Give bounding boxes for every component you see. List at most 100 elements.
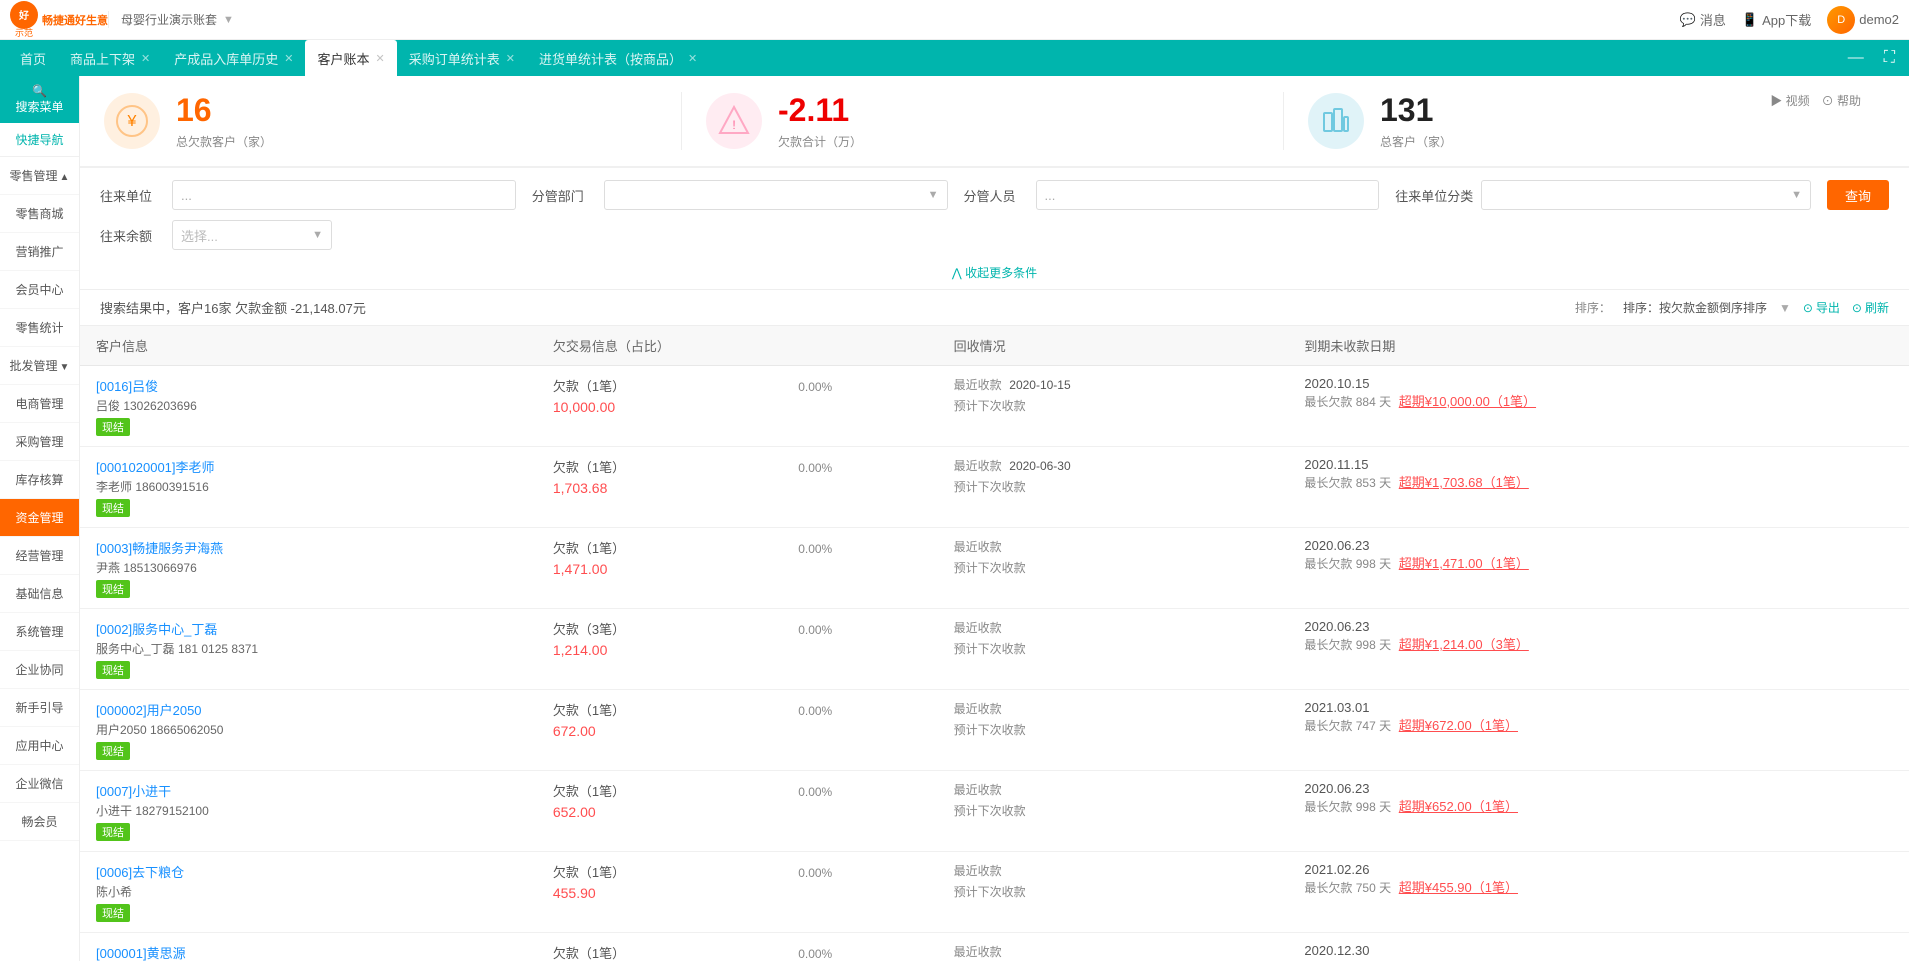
sidebar-item-marketing[interactable]: 营销推广 <box>0 233 79 271</box>
owe-percent-cell: 0.00% <box>782 447 937 528</box>
tab-close-icon[interactable]: ✕ <box>284 52 293 65</box>
content-area: ¥ 16 总欠款客户（家） ! -2.11 欠款合计（万） <box>80 76 1909 961</box>
video-btn[interactable]: ▶ 视频 <box>1770 92 1809 109</box>
tab-close-icon[interactable]: ✕ <box>506 52 515 65</box>
store-dropdown-icon: ▼ <box>223 14 234 26</box>
sidebar-item-ops[interactable]: 经营管理 <box>0 537 79 575</box>
phone-icon: 📱 <box>1742 12 1758 28</box>
customer-name[interactable]: [0002]服务中心_丁磊 <box>96 619 521 638</box>
recent-pay-label: 最近收款 <box>954 459 1002 473</box>
sidebar-item-wechat[interactable]: 企业微信 <box>0 765 79 803</box>
customer-name[interactable]: [0003]畅捷服务尹海燕 <box>96 538 521 557</box>
sidebar-item-enterprise[interactable]: 企业协同 <box>0 651 79 689</box>
sidebar-item-ecommerce[interactable]: 电商管理 <box>0 385 79 423</box>
sidebar-item-newbie[interactable]: 新手引导 <box>0 689 79 727</box>
sidebar-nav[interactable]: 快捷导航 <box>0 123 79 157</box>
due-date-cell: 2020.11.15 最长欠款 853 天 超期¥1,703.68（1笔） <box>1288 447 1909 528</box>
owe-amount: 1,471.00 <box>553 561 766 577</box>
result-actions: 排序： 排序：按欠款金额倒序排序 ▼ ⊙ 导出 ⊙ 刷新 <box>1575 299 1889 316</box>
sidebar-item-inventory[interactable]: 库存核算 <box>0 461 79 499</box>
sidebar-item-retail-stats[interactable]: 零售统计 <box>0 309 79 347</box>
avatar: D <box>1827 6 1855 34</box>
stat-icon-amount: ! <box>706 93 762 149</box>
due-date-cell: 2020.06.23 最长欠款 998 天 超期¥1,471.00（1笔） <box>1288 528 1909 609</box>
overdue-link[interactable]: 超期¥1,471.00（1笔） <box>1399 556 1529 571</box>
sidebar-item-member[interactable]: 会员中心 <box>0 271 79 309</box>
tab-product-updown[interactable]: 商品上下架 ✕ <box>58 40 162 76</box>
overdue-link[interactable]: 超期¥1,703.68（1笔） <box>1399 475 1529 490</box>
sidebar-item-finance[interactable]: 资金管理 <box>0 499 79 537</box>
owe-percent-cell: 0.00% <box>782 528 937 609</box>
tab-more-btn[interactable]: — <box>1842 47 1870 69</box>
tab-purchase-stats[interactable]: 进货单统计表（按商品） ✕ <box>527 40 709 76</box>
sidebar-item-retail-store[interactable]: 零售商城 <box>0 195 79 233</box>
manager-input[interactable]: ... <box>1036 180 1380 210</box>
owe-percent-cell: 0.00% <box>782 366 937 447</box>
customer-name[interactable]: [0007]小进干 <box>96 781 521 800</box>
search-button[interactable]: 查询 <box>1827 180 1889 210</box>
dept-select[interactable]: ▼ <box>604 180 948 210</box>
customer-phone: 服务中心_丁磊 181 0125 8371 <box>96 640 521 657</box>
overdue-link[interactable]: 超期¥455.90（1笔） <box>1399 880 1518 895</box>
customer-name[interactable]: [0006]去下粮仓 <box>96 862 521 881</box>
recent-pay-label: 最近收款 <box>954 945 1002 959</box>
table-row: [0002]服务中心_丁磊 服务中心_丁磊 181 0125 8371 现结 欠… <box>80 609 1909 690</box>
sort-selector[interactable]: 排序：按欠款金额倒序排序 <box>1623 299 1767 316</box>
table-row: [000002]用户2050 用户2050 18665062050 现结 欠款（… <box>80 690 1909 771</box>
col-owe-info: 欠交易信息（占比） <box>537 326 938 366</box>
export-btn[interactable]: ⊙ 导出 <box>1803 299 1840 316</box>
collapse-row[interactable]: ⋀ 收起更多条件 <box>100 260 1889 289</box>
owe-percent: 0.00% <box>798 461 921 475</box>
tab-home[interactable]: 首页 <box>8 40 58 76</box>
due-date-cell: 2020.06.23 最长欠款 998 天 超期¥1,214.00（3笔） <box>1288 609 1909 690</box>
overdue-link[interactable]: 超期¥1,214.00（3笔） <box>1399 637 1529 652</box>
app-download-btn[interactable]: 📱 App下载 <box>1742 10 1811 29</box>
overdue-link[interactable]: 超期¥10,000.00（1笔） <box>1399 394 1536 409</box>
customer-name[interactable]: [000001]黄思源 <box>96 943 521 961</box>
overdue-link[interactable]: 超期¥652.00（1笔） <box>1399 799 1518 814</box>
tab-purchase-order[interactable]: 采购订单统计表 ✕ <box>397 40 527 76</box>
customer-name[interactable]: [000002]用户2050 <box>96 700 521 719</box>
tab-close-icon[interactable]: ✕ <box>141 52 150 65</box>
owe-count: 欠款（1笔） <box>553 457 766 476</box>
sidebar-item-wholesale[interactable]: 批发管理▼ <box>0 347 79 385</box>
sidebar-item-purchase[interactable]: 采购管理 <box>0 423 79 461</box>
tab-close-icon[interactable]: ✕ <box>376 52 385 65</box>
table-row: [0016]吕俊 吕俊 13026203696 现结 欠款（1笔） 10,000… <box>80 366 1909 447</box>
sidebar-item-member2[interactable]: 畅会员 <box>0 803 79 841</box>
owe-amount: 1,703.68 <box>553 480 766 496</box>
overdue-days: 最长欠款 750 天 <box>1304 881 1391 895</box>
balance-dropdown-icon: ▼ <box>312 229 323 241</box>
store-selector[interactable]: 母婴行业演示账套 ▼ <box>108 11 246 28</box>
sidebar-item-basic-info[interactable]: 基础信息 <box>0 575 79 613</box>
sidebar-item-apps[interactable]: 应用中心 <box>0 727 79 765</box>
tab-close-icon[interactable]: ✕ <box>688 52 697 65</box>
overdue-link[interactable]: 超期¥672.00（1笔） <box>1399 718 1518 733</box>
refresh-btn[interactable]: ⊙ 刷新 <box>1852 299 1889 316</box>
customer-badge: 现结 <box>96 823 130 841</box>
sidebar-item-retail-mgmt[interactable]: 零售管理▲ <box>0 157 79 195</box>
message-btn[interactable]: 💬 消息 <box>1680 10 1726 29</box>
col-recovery: 回收情况 <box>938 326 1289 366</box>
tab-fullscreen-btn[interactable]: ⛶ <box>1878 47 1901 69</box>
owe-count: 欠款（1笔） <box>553 862 766 881</box>
due-date: 2020.12.30 <box>1304 943 1893 958</box>
tab-customer-account[interactable]: 客户账本 ✕ <box>305 40 396 76</box>
help-btn[interactable]: ⊙ 帮助 <box>1822 92 1861 109</box>
sidebar-item-system[interactable]: 系统管理 <box>0 613 79 651</box>
customer-name[interactable]: [0001020001]李老师 <box>96 457 521 476</box>
sidebar: 🔍 搜索菜单 快捷导航 零售管理▲ 零售商城 营销推广 会员中心 零售统计 批发… <box>0 76 80 961</box>
from-unit-input[interactable]: ... <box>172 180 516 210</box>
tab-product-in-history[interactable]: 产成品入库单历史 ✕ <box>162 40 305 76</box>
stat-total-customers: 131 总客户（家） ▶ 视频 ⊙ 帮助 <box>1284 92 1885 150</box>
owe-info-cell: 欠款（1笔） 652.00 <box>537 771 782 852</box>
customer-name[interactable]: [0016]吕俊 <box>96 376 521 395</box>
customer-phone: 陈小希 <box>96 883 521 900</box>
overdue-days: 最长欠款 998 天 <box>1304 557 1391 571</box>
balance-select[interactable]: 选择... ▼ <box>172 220 332 250</box>
user-menu[interactable]: D demo2 <box>1827 6 1899 34</box>
unit-category-select[interactable]: ▼ <box>1481 180 1811 210</box>
overdue-days: 最长欠款 747 天 <box>1304 719 1391 733</box>
tab-bar: 首页 商品上下架 ✕ 产成品入库单历史 ✕ 客户账本 ✕ 采购订单统计表 ✕ 进… <box>0 40 1909 76</box>
sidebar-search[interactable]: 🔍 搜索菜单 <box>0 76 79 123</box>
